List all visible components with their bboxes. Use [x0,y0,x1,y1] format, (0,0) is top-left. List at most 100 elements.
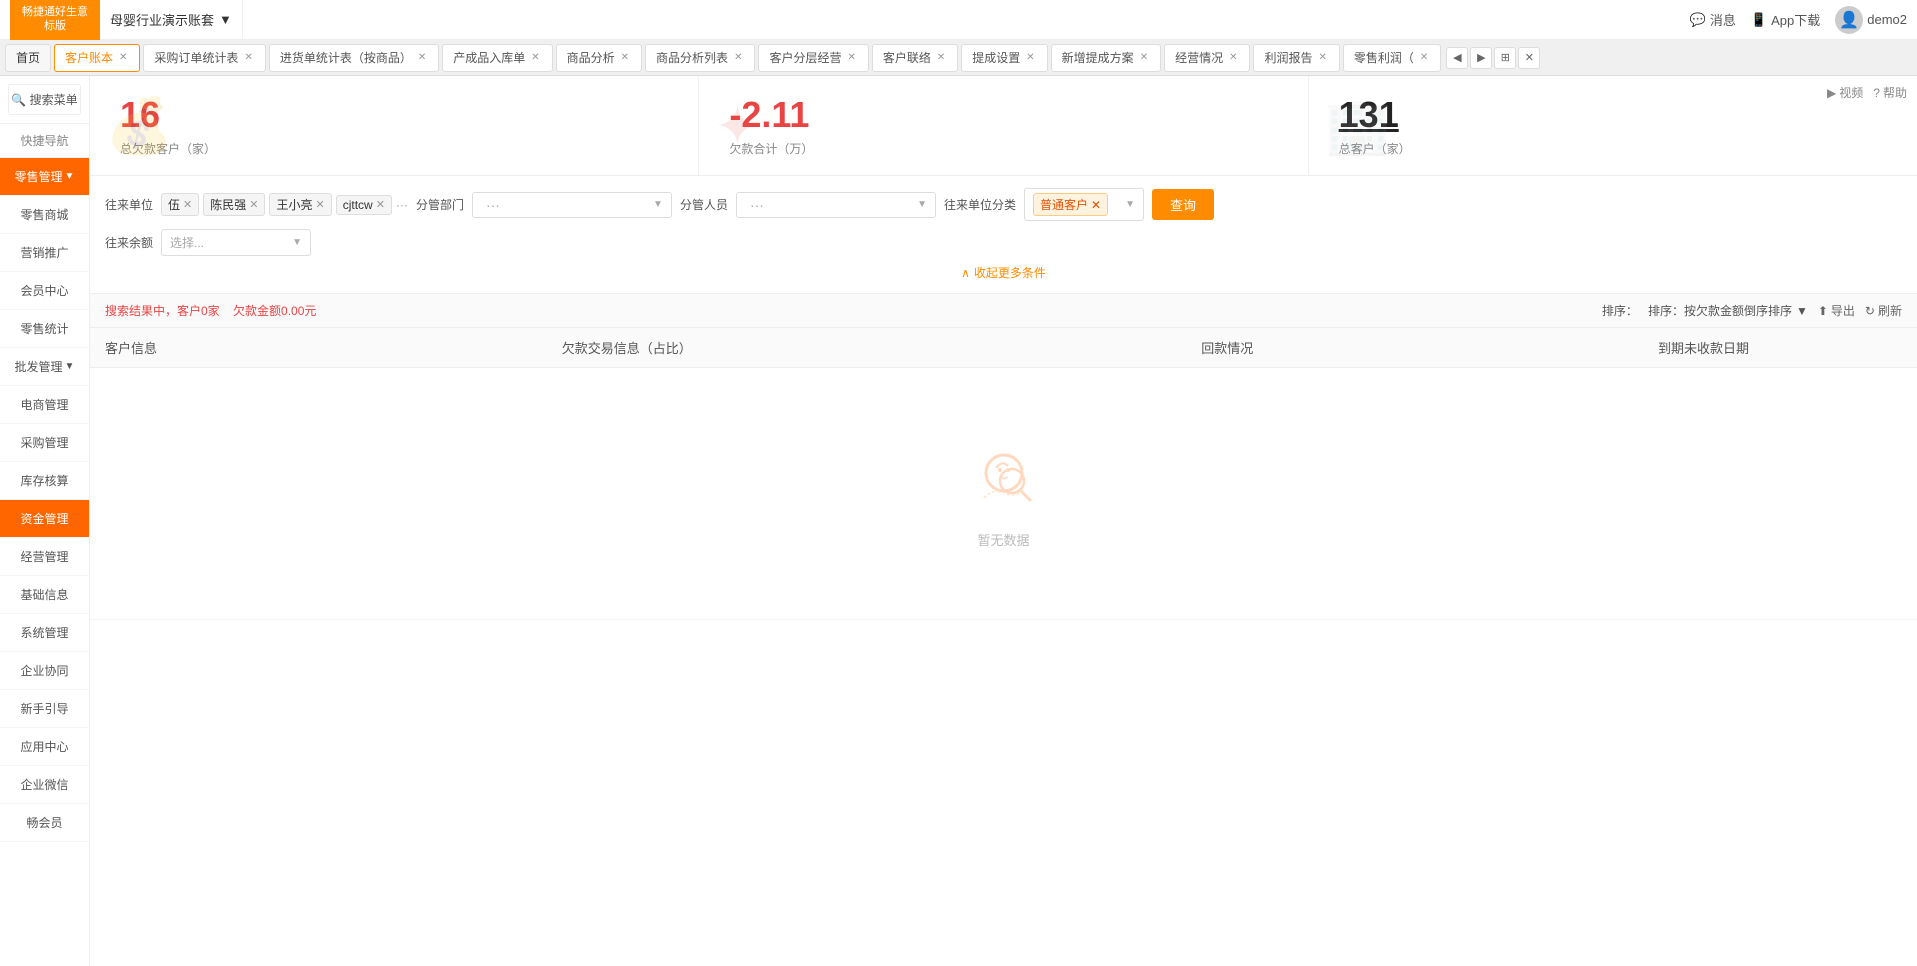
sidebar-item-system[interactable]: 系统管理 [0,614,89,652]
sort-select[interactable]: 排序：按欠款金额倒序排序 ▼ [1648,302,1808,319]
sidebar-item-guide-label: 新手引导 [20,702,68,716]
app-download-button[interactable]: 📱 App下载 [1751,10,1820,29]
message-button[interactable]: 💬 消息 [1690,10,1736,29]
tab-business-status[interactable]: 经营情况 ✕ [1164,44,1250,72]
tab-product-analysis-list[interactable]: 商品分析列表 ✕ [645,44,755,72]
sidebar-item-purchase[interactable]: 采购管理 [0,424,89,462]
sidebar-item-enterprise-collab[interactable]: 企业协同 [0,652,89,690]
sidebar-item-finance[interactable]: 资金管理 [0,500,89,538]
top-header: 畅捷通好生意 标版 母婴行业演示账套 ▼ 💬 消息 📱 App下载 👤 demo… [0,0,1917,40]
tab-promotion-settings-label: 提成设置 [972,49,1020,66]
tab-close-icon[interactable]: ✕ [529,52,541,63]
remove-unit-type[interactable]: ✕ [1091,198,1101,212]
sidebar-item-member-label: 会员中心 [20,284,68,298]
tab-customer-contact[interactable]: 客户联络 ✕ [872,44,958,72]
tab-business-status-label: 经营情况 [1175,49,1223,66]
avatar: 👤 [1835,6,1863,34]
tab-retail-profit-label: 零售利润（ [1354,49,1414,66]
sidebar-item-wholesale[interactable]: 批发管理 ▼ [0,348,89,386]
tab-nav-prev[interactable]: ◀ [1446,47,1468,69]
tab-new-promotion[interactable]: 新增提成方案 ✕ [1051,44,1161,72]
tab-close-icon[interactable]: ✕ [1418,52,1430,63]
tab-nav-expand[interactable]: ⊞ [1494,47,1516,69]
export-button[interactable]: ⬆ 导出 [1818,302,1855,319]
remove-tag-chen[interactable]: ✕ [249,198,258,211]
tab-retail-profit[interactable]: 零售利润（ ✕ [1343,44,1441,72]
chevron-icon: ▼ [65,361,75,372]
tab-customer-book[interactable]: 客户账本 ✕ [54,44,140,72]
sidebar-item-member-center[interactable]: 会员中心 [0,272,89,310]
balance-select[interactable]: 选择... ▼ [161,229,311,256]
user-menu[interactable]: 👤 demo2 [1835,6,1907,34]
remove-tag-wang[interactable]: ✕ [316,198,325,211]
unit-tag-cjttcw: cjttcw ✕ [336,195,392,215]
tab-close-icon[interactable]: ✕ [1317,52,1329,63]
tab-production-inbound[interactable]: 产成品入库单 ✕ [442,44,552,72]
tab-close-icon[interactable]: ✕ [845,52,857,63]
sidebar-item-member[interactable]: 畅会员 [0,804,89,842]
sort-arrow-icon: ▼ [1796,304,1808,318]
tab-profit-report[interactable]: 利润报告 ✕ [1253,44,1339,72]
person-arrow-icon: ▼ [917,199,927,210]
tab-new-promotion-label: 新增提成方案 [1062,49,1134,66]
quick-nav-label: 快捷导航 [20,134,68,148]
tab-close-icon[interactable]: ✕ [935,52,947,63]
sidebar-item-inventory-label: 库存核算 [20,474,68,488]
sidebar-item-finance-label: 资金管理 [20,512,68,526]
remove-tag-wu[interactable]: ✕ [183,198,192,211]
sidebar-search-area: 🔍 搜索菜单 [0,76,89,124]
sidebar-item-new-guide[interactable]: 新手引导 [0,690,89,728]
more-tags-button[interactable]: ··· [396,198,408,212]
tab-close-icon[interactable]: ✕ [732,52,744,63]
sidebar-item-mall-label: 零售商城 [20,208,68,222]
tab-product-analysis[interactable]: 商品分析 ✕ [556,44,642,72]
account-selector[interactable]: 母婴行业演示账套 ▼ [100,0,243,39]
sidebar-item-ecommerce-label: 电商管理 [20,398,68,412]
sidebar-item-retail-mgmt[interactable]: 零售管理 ▼ [0,158,89,196]
query-button[interactable]: 查询 [1152,189,1214,220]
tab-close-icon[interactable]: ✕ [416,52,428,63]
tab-close-icon[interactable]: ✕ [619,52,631,63]
tab-close-icon[interactable]: ✕ [1138,52,1150,63]
message-label: 消息 [1710,10,1736,29]
sidebar-item-enterprise-wechat[interactable]: 企业微信 [0,766,89,804]
tag-wang-text: 王小亮 [276,196,312,213]
tab-close-icon[interactable]: ✕ [242,52,254,63]
sidebar-quick-nav[interactable]: 快捷导航 [0,124,89,158]
tab-close-icon[interactable]: ✕ [1227,52,1239,63]
sidebar-item-inventory[interactable]: 库存核算 [0,462,89,500]
tab-home-label: 首页 [16,49,40,66]
person-select[interactable]: ··· ▼ [736,192,936,218]
tab-promotion-settings[interactable]: 提成设置 ✕ [961,44,1047,72]
collapse-button[interactable]: ∧ 收起更多条件 [961,264,1046,281]
tab-inbound-stats[interactable]: 进货单统计表（按商品） ✕ [269,44,439,72]
dept-select[interactable]: ··· ▼ [472,192,672,218]
tab-home[interactable]: 首页 [5,44,51,72]
unit-type-select[interactable]: 普通客户 ✕ ▼ [1024,188,1144,221]
sidebar-item-retail-stats[interactable]: 零售统计 [0,310,89,348]
sidebar-item-operations[interactable]: 经营管理 [0,538,89,576]
sidebar-search-label: 搜索菜单 [30,93,78,107]
sidebar-item-ecommerce[interactable]: 电商管理 [0,386,89,424]
sidebar-item-basic-info[interactable]: 基础信息 [0,576,89,614]
app-download-label: App下载 [1771,10,1820,29]
sidebar-search-button[interactable]: 🔍 搜索菜单 [8,84,81,115]
refresh-button[interactable]: ↻ 刷新 [1865,302,1902,319]
tab-close-icon[interactable]: ✕ [117,52,129,63]
unit-type-arrow-icon: ▼ [1125,199,1135,210]
sidebar-item-retail-mall[interactable]: 零售商城 [0,196,89,234]
search-result-bar: 搜索结果中，客户0家 欠款金额0.00元 排序： 排序：按欠款金额倒序排序 ▼ … [90,294,1917,328]
sidebar-item-app-center[interactable]: 应用中心 [0,728,89,766]
remove-tag-cjttcw[interactable]: ✕ [376,198,385,211]
sidebar-item-collab-label: 企业协同 [20,664,68,678]
stats-row: ▶ 视频 ? 帮助 💰 16 总欠款客户（家） ✦ -2.11 欠款合计（万） … [90,76,1917,176]
tab-nav-close-all[interactable]: ✕ [1518,47,1540,69]
tab-close-icon[interactable]: ✕ [1024,52,1036,63]
logo-line1: 畅捷通好生意 [22,6,88,19]
sidebar-item-marketing[interactable]: 营销推广 [0,234,89,272]
logo: 畅捷通好生意 标版 [10,0,100,40]
collapse-row: ∧ 收起更多条件 [105,264,1902,281]
tab-nav-next[interactable]: ▶ [1470,47,1492,69]
tab-purchase-order[interactable]: 采购订单统计表 ✕ [143,44,265,72]
tab-customer-segmentation[interactable]: 客户分层经营 ✕ [758,44,868,72]
